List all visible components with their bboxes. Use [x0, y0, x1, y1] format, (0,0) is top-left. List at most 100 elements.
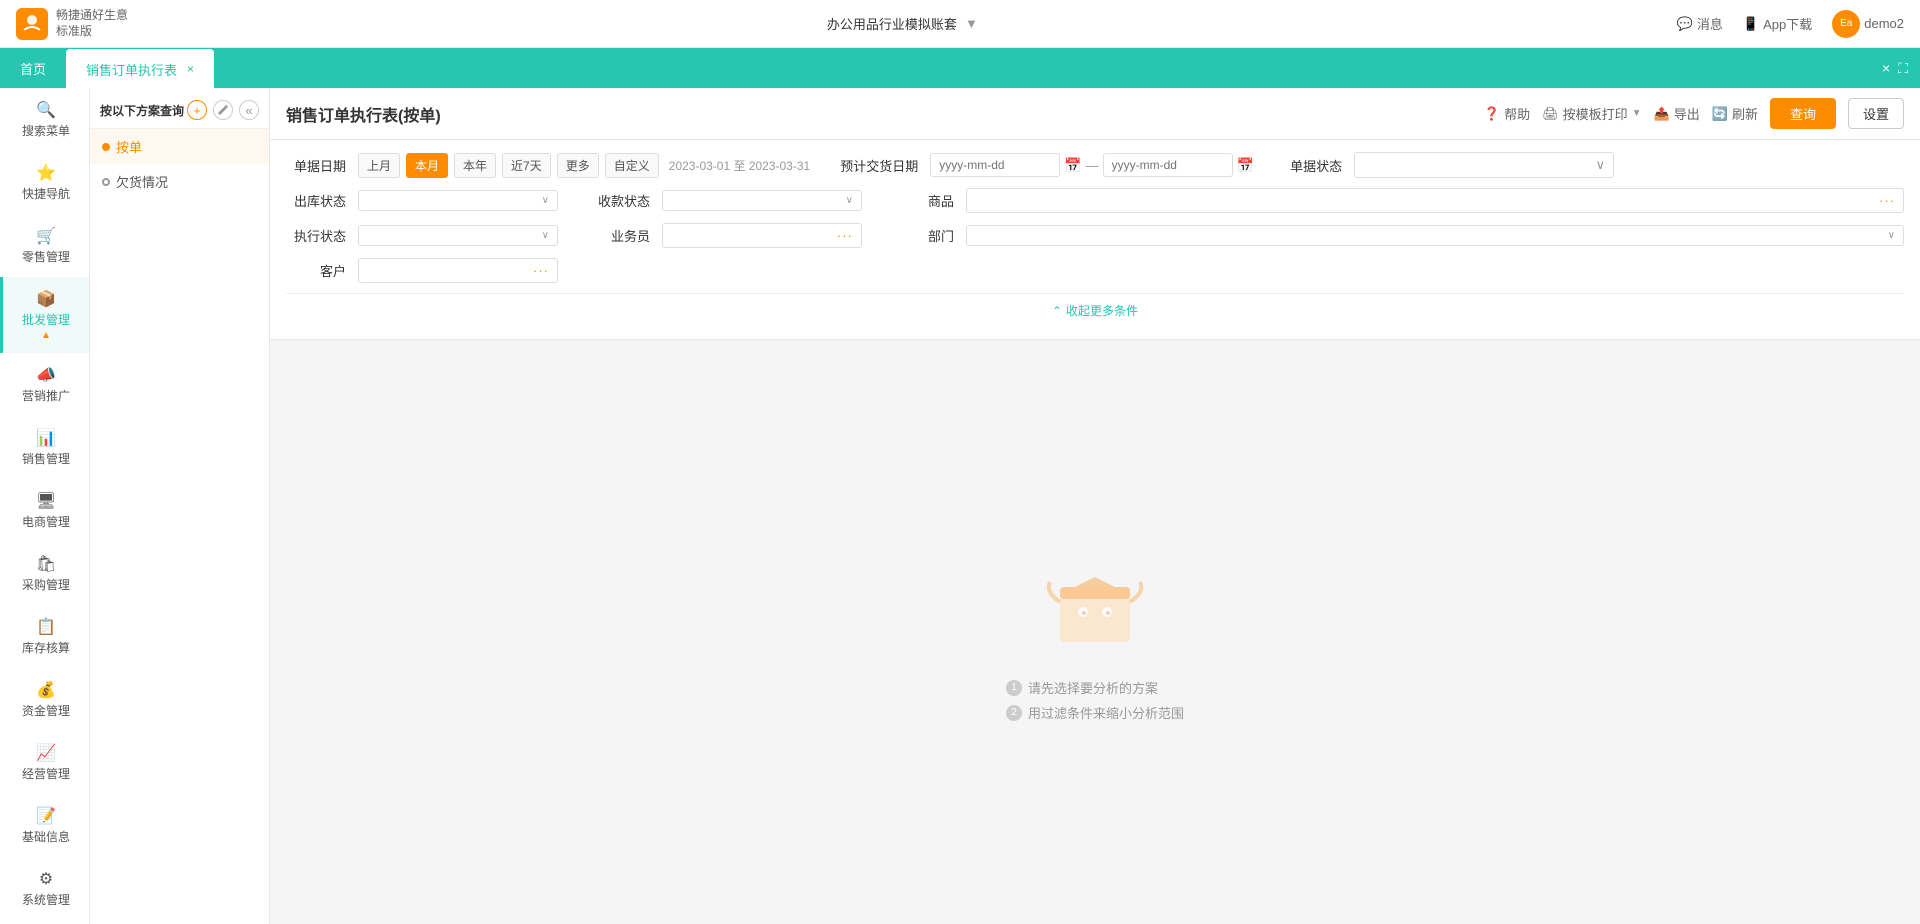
- salesperson-select[interactable]: ···: [662, 223, 862, 248]
- dropdown-icon[interactable]: ▼: [965, 16, 978, 31]
- goods-label: 商品: [894, 191, 954, 210]
- sidebar-search[interactable]: 🔍 搜索菜单: [0, 88, 89, 151]
- sidebar-item-sales[interactable]: 📊 销售管理: [0, 416, 89, 479]
- tab-bar-controls: × ⛶: [1882, 60, 1920, 77]
- inner-layout: 按以下方案查询 + « 按单 欠货情况: [90, 88, 1920, 924]
- expected-date-end[interactable]: [1103, 153, 1233, 177]
- settings-button[interactable]: 设置: [1848, 98, 1904, 129]
- filter-row-3: 执行状态 ∨ 业务员 ··· 部门 ∨: [286, 223, 1904, 248]
- query-button[interactable]: 查询: [1770, 98, 1836, 129]
- customer-dots-icon: ···: [533, 263, 549, 278]
- customer-select[interactable]: ···: [358, 258, 558, 283]
- print-dropdown-icon[interactable]: ▼: [1632, 108, 1642, 119]
- left-panel-title: 按以下方案查询: [100, 102, 184, 119]
- menu-item-by-order[interactable]: 按单: [90, 129, 269, 164]
- export-btn[interactable]: 📤 导出: [1654, 104, 1700, 123]
- execution-select[interactable]: ∨: [358, 225, 558, 246]
- help-btn[interactable]: ❓ 帮助: [1484, 104, 1530, 123]
- tab-close-icon[interactable]: ×: [187, 62, 194, 76]
- dept-select[interactable]: ∨: [966, 225, 1904, 246]
- receipt-select[interactable]: ∨: [662, 190, 862, 211]
- salesperson-label: 业务员: [590, 226, 650, 245]
- outbound-select[interactable]: ∨: [358, 190, 558, 211]
- execution-label: 执行状态: [286, 226, 346, 245]
- date-btn-this-month[interactable]: 本月: [406, 153, 448, 178]
- goods-select[interactable]: ···: [966, 188, 1904, 213]
- search-icon: 🔍: [36, 100, 56, 120]
- avatar: Ea: [1832, 10, 1860, 38]
- export-icon: 📤: [1654, 106, 1670, 122]
- tab-sales-order[interactable]: 销售订单执行表 ×: [66, 49, 214, 89]
- sidebar-item-operation[interactable]: 📈 经营管理: [0, 731, 89, 794]
- empty-state: 1 请先选择要分析的方案 2 用过滤条件来缩小分析范围: [270, 340, 1920, 924]
- date-btn-prev-month[interactable]: 上月: [358, 153, 400, 178]
- refresh-icon: 🔄: [1712, 106, 1728, 122]
- left-panel: 按以下方案查询 + « 按单 欠货情况: [90, 88, 270, 924]
- header-center: 办公用品行业模拟账套 ▼: [827, 14, 978, 33]
- edit-scheme-btn[interactable]: [213, 100, 233, 120]
- filter-collapse-row: ⌃ 收起更多条件: [286, 293, 1904, 327]
- sidebar-item-wholesale[interactable]: 📦 批发管理 ▲: [0, 277, 89, 353]
- customer-label: 客户: [286, 261, 346, 280]
- dept-arrow-icon: ∨: [1888, 230, 1895, 241]
- download-icon: 📱: [1743, 16, 1759, 32]
- tab-home[interactable]: 首页: [0, 48, 66, 88]
- right-content: 销售订单执行表(按单) ❓ 帮助 🖨 按模板打印 ▼ 📤 导出: [270, 88, 1920, 924]
- top-header: 畅捷通好生意 标准版 办公用品行业模拟账套 ▼ 💬 消息 📱 App下载 Ea …: [0, 0, 1920, 48]
- window-close-icon[interactable]: ×: [1882, 60, 1890, 76]
- sidebar-item-finance[interactable]: 💰 资金管理: [0, 668, 89, 731]
- sidebar-item-inventory[interactable]: 📋 库存核算: [0, 605, 89, 668]
- date-btn-this-year[interactable]: 本年: [454, 153, 496, 178]
- sidebar-item-ecommerce[interactable]: 🖥 电商管理: [0, 479, 89, 542]
- sidebar-item-enterprise[interactable]: 🤝 企业协同: [0, 920, 89, 924]
- sidebar-item-marketing[interactable]: 📣 营销推广: [0, 353, 89, 416]
- status-select[interactable]: ∨: [1354, 152, 1614, 178]
- print-btn[interactable]: 🖨 按模板打印 ▼: [1542, 104, 1641, 123]
- window-expand-icon[interactable]: ⛶: [1898, 60, 1908, 77]
- logo-icon: [16, 8, 48, 40]
- date-btn-custom[interactable]: 自定义: [605, 153, 659, 178]
- star-icon: ⭐: [36, 163, 56, 183]
- sidebar-item-system[interactable]: ⚙ 系统管理: [0, 857, 89, 920]
- tab-bar: 首页 销售订单执行表 × × ⛶: [0, 48, 1920, 88]
- header-right: 💬 消息 📱 App下载 Ea demo2: [1677, 10, 1904, 38]
- expected-date-group: 📅 — 📅: [930, 153, 1254, 177]
- expected-date-label: 预计交货日期: [838, 156, 918, 175]
- help-icon: ❓: [1484, 106, 1500, 122]
- outbound-label: 出库状态: [286, 191, 346, 210]
- app-name: 办公用品行业模拟账套: [827, 14, 957, 33]
- filter-row-4: 客户 ···: [286, 258, 1904, 283]
- date-range-text: 2023-03-01 至 2023-03-31: [669, 157, 810, 174]
- date-btn-more[interactable]: 更多: [557, 153, 599, 178]
- sidebar-item-purchase[interactable]: 🛍 采购管理: [0, 542, 89, 605]
- salesperson-dots-icon: ···: [837, 228, 853, 243]
- left-panel-actions: + «: [187, 100, 259, 120]
- sidebar-quick-nav[interactable]: ⭐ 快捷导航: [0, 151, 89, 214]
- collapse-panel-btn[interactable]: «: [239, 100, 259, 120]
- receipt-arrow-icon: ∨: [846, 195, 853, 206]
- menu-item-shortage[interactable]: 欠货情况: [90, 164, 269, 199]
- sidebar-item-retail[interactable]: 🛒 零售管理: [0, 214, 89, 277]
- add-scheme-btn[interactable]: +: [187, 100, 207, 120]
- collapse-btn[interactable]: ⌃ 收起更多条件: [1048, 298, 1142, 323]
- user-menu[interactable]: Ea demo2: [1832, 10, 1904, 38]
- message-btn[interactable]: 💬 消息: [1677, 14, 1723, 33]
- date-btn-last7[interactable]: 近7天: [502, 153, 551, 178]
- date-calendar-icon-start[interactable]: 📅: [1064, 157, 1081, 174]
- date-calendar-icon-end[interactable]: 📅: [1237, 157, 1254, 174]
- message-icon: 💬: [1677, 16, 1693, 32]
- filter-row-2: 出库状态 ∨ 收款状态 ∨ 商品 ···: [286, 188, 1904, 213]
- left-panel-header: 按以下方案查询 + «: [90, 96, 269, 129]
- execution-arrow-icon: ∨: [542, 230, 549, 241]
- expected-date-start[interactable]: [930, 153, 1060, 177]
- hint-number-2: 2: [1006, 705, 1022, 721]
- empty-hint-2: 2 用过滤条件来缩小分析范围: [1006, 703, 1184, 722]
- app-download-btn[interactable]: 📱 App下载: [1743, 14, 1812, 33]
- print-icon: 🖨: [1542, 106, 1559, 122]
- sidebar-item-basic[interactable]: 📝 基础信息: [0, 794, 89, 857]
- page-actions: ❓ 帮助 🖨 按模板打印 ▼ 📤 导出 🔄 刷新: [1484, 98, 1904, 129]
- main-layout: 🔍 搜索菜单 ⭐ 快捷导航 🛒 零售管理 📦 批发管理 ▲ 📣 营销推广 📊 销…: [0, 88, 1920, 924]
- empty-hints: 1 请先选择要分析的方案 2 用过滤条件来缩小分析范围: [1006, 678, 1184, 722]
- refresh-btn[interactable]: 🔄 刷新: [1712, 104, 1758, 123]
- inactive-dot: [102, 178, 110, 186]
